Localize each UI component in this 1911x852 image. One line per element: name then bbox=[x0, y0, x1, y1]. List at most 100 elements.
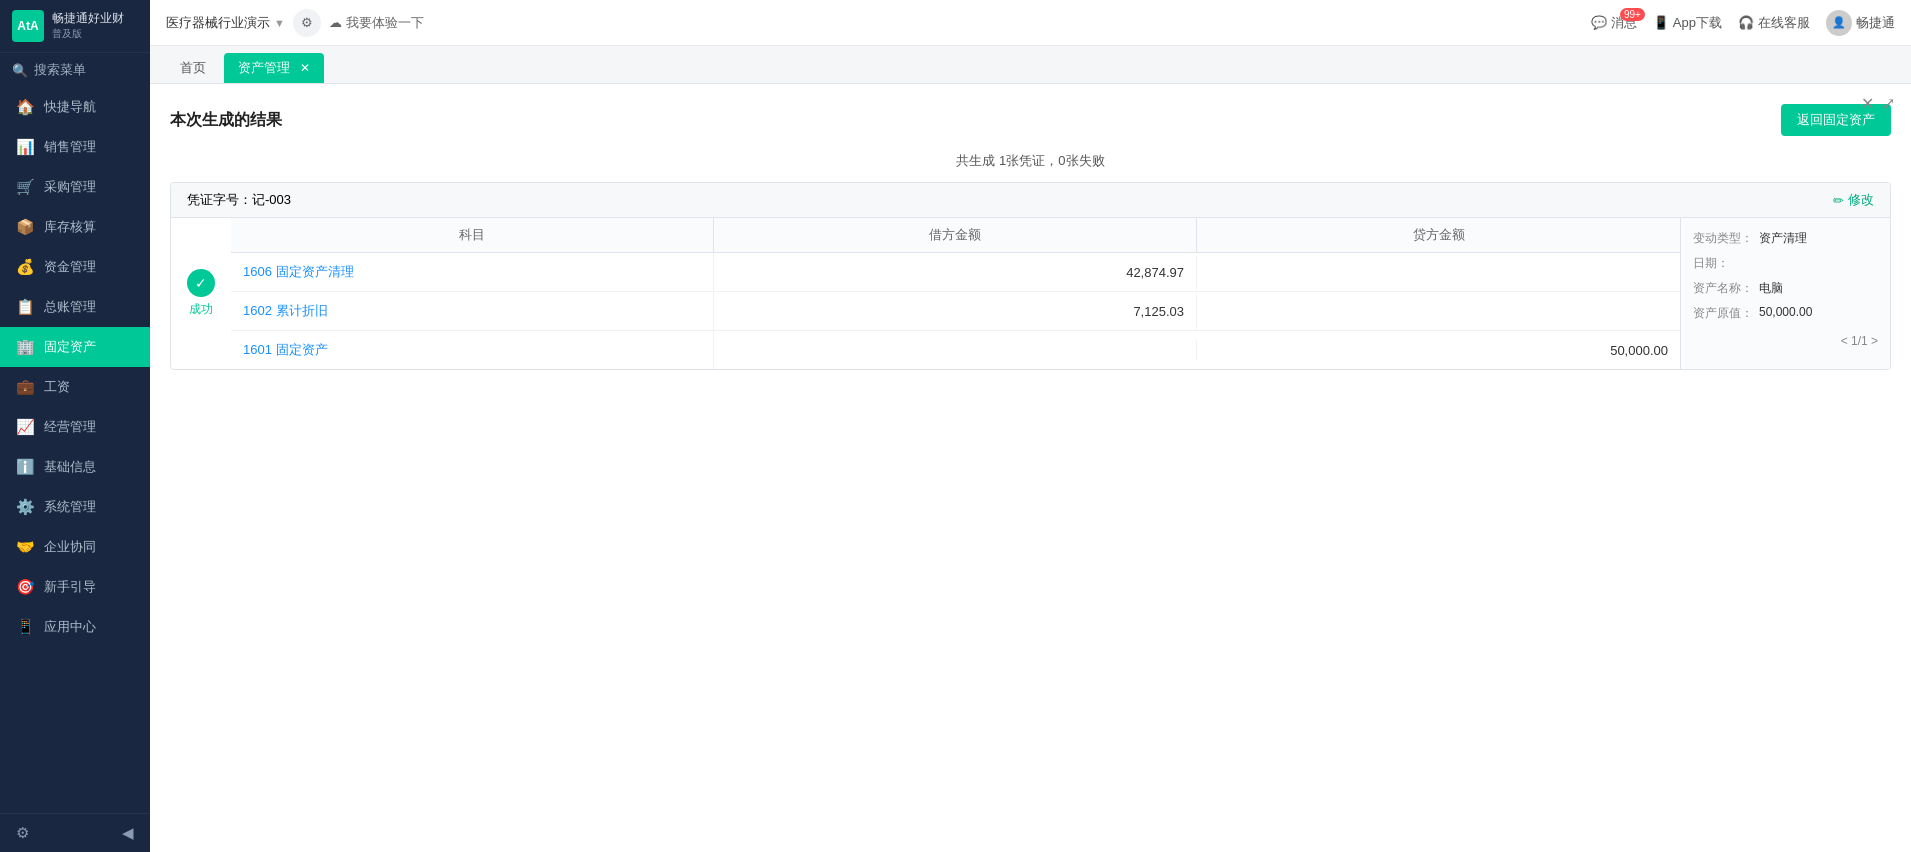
logo-text-block: 畅捷通好业财 普及版 bbox=[52, 11, 124, 41]
fixed-assets-icon: 🏢 bbox=[16, 338, 34, 356]
guide-icon: 🎯 bbox=[16, 578, 34, 596]
tab-home-label: 首页 bbox=[180, 60, 206, 75]
edit-icon: ✏ bbox=[1833, 193, 1844, 208]
subject-link-3[interactable]: 1601 固定资产 bbox=[243, 342, 328, 357]
result-summary: 共生成 1张凭证，0张失败 bbox=[170, 152, 1891, 170]
sales-icon: 📊 bbox=[16, 138, 34, 156]
sidebar-item-fixed-assets[interactable]: 🏢 固定资产 bbox=[0, 327, 150, 367]
asset-name-value: 电脑 bbox=[1759, 280, 1783, 297]
topbar-settings-button[interactable]: ⚙ bbox=[293, 9, 321, 37]
sidebar-item-purchase[interactable]: 🛒 采购管理 bbox=[0, 167, 150, 207]
trial-label: 我要体验一下 bbox=[346, 14, 424, 32]
nav-label: 快捷导航 bbox=[44, 98, 96, 116]
cell-debit-1: 42,874.97 bbox=[714, 255, 1197, 290]
change-type-value: 资产清理 bbox=[1759, 230, 1807, 247]
app-download-label: App下载 bbox=[1673, 14, 1722, 32]
content-area: ✕ ⤢ 本次生成的结果 返回固定资产 共生成 1张凭证，0张失败 凭证字号：记-… bbox=[150, 84, 1911, 852]
ledger-icon: 📋 bbox=[16, 298, 34, 316]
asset-name-label: 资产名称： bbox=[1693, 280, 1753, 297]
main-area: 医疗器械行业演示 ▼ ⚙ ☁ 我要体验一下 💬 消息 99+ 📱 App下载 bbox=[150, 0, 1911, 852]
payroll-icon: 💼 bbox=[16, 378, 34, 396]
cell-credit-3: 50,000.00 bbox=[1197, 333, 1680, 368]
app-center-icon: 📱 bbox=[16, 618, 34, 636]
sidebar-item-system[interactable]: ⚙️ 系统管理 bbox=[0, 487, 150, 527]
tab-close-icon[interactable]: ✕ bbox=[300, 61, 310, 75]
app-download-button[interactable]: 📱 App下载 bbox=[1653, 14, 1722, 32]
side-info-asset-name: 资产名称： 电脑 bbox=[1693, 280, 1878, 297]
voucher-body: ✓ 成功 科目 借方金额 贷方金额 1606 固定资产清理 bbox=[171, 218, 1890, 369]
change-type-label: 变动类型： bbox=[1693, 230, 1753, 247]
online-service-label: 在线客服 bbox=[1758, 14, 1810, 32]
table-header: 科目 借方金额 贷方金额 bbox=[231, 218, 1680, 253]
tab-asset-management[interactable]: 资产管理 ✕ bbox=[224, 53, 324, 83]
settings-footer-icon[interactable]: ⚙ bbox=[16, 824, 29, 842]
table-row: 1602 累计折旧 7,125.03 bbox=[231, 292, 1680, 331]
sidebar-item-quick-nav[interactable]: 🏠 快捷导航 bbox=[0, 87, 150, 127]
side-info-date: 日期： bbox=[1693, 255, 1878, 272]
panel-controls: ✕ ⤢ bbox=[1861, 94, 1895, 113]
voucher-edit-button[interactable]: ✏ 修改 bbox=[1833, 191, 1874, 209]
tabbar: 首页 资产管理 ✕ bbox=[150, 46, 1911, 84]
inventory-icon: 📦 bbox=[16, 218, 34, 236]
operations-icon: 📈 bbox=[16, 418, 34, 436]
tab-home[interactable]: 首页 bbox=[166, 53, 220, 83]
logo-abbr-text: AtA bbox=[17, 19, 38, 33]
nav-label: 库存核算 bbox=[44, 218, 96, 236]
sidebar-nav: 🏠 快捷导航 📊 销售管理 🛒 采购管理 📦 库存核算 💰 资金管理 📋 总账管… bbox=[0, 87, 150, 813]
user-avatar: 👤 bbox=[1826, 10, 1852, 36]
sidebar-item-payroll[interactable]: 💼 工资 bbox=[0, 367, 150, 407]
sidebar-item-guide[interactable]: 🎯 新手引导 bbox=[0, 567, 150, 607]
download-icon: 📱 bbox=[1653, 15, 1669, 30]
purchase-icon: 🛒 bbox=[16, 178, 34, 196]
nav-label: 应用中心 bbox=[44, 618, 96, 636]
success-text: 成功 bbox=[189, 301, 213, 318]
cell-subject-3: 1601 固定资产 bbox=[231, 331, 714, 369]
message-icon: 💬 bbox=[1591, 15, 1607, 30]
search-label: 搜索菜单 bbox=[34, 61, 86, 79]
system-icon: ⚙️ bbox=[16, 498, 34, 516]
success-badge: ✓ 成功 bbox=[171, 218, 231, 369]
sidebar-logo: AtA 畅捷通好业财 普及版 bbox=[0, 0, 150, 53]
voucher-number: 凭证字号：记-003 bbox=[187, 191, 291, 209]
sidebar-item-enterprise[interactable]: 🤝 企业协同 bbox=[0, 527, 150, 567]
messages-button[interactable]: 💬 消息 99+ bbox=[1591, 14, 1637, 32]
sidebar-search[interactable]: 🔍 搜索菜单 bbox=[0, 53, 150, 87]
sidebar-item-operations[interactable]: 📈 经营管理 bbox=[0, 407, 150, 447]
cell-credit-1 bbox=[1197, 262, 1680, 282]
sidebar-item-funds[interactable]: 💰 资金管理 bbox=[0, 247, 150, 287]
service-icon: 🎧 bbox=[1738, 15, 1754, 30]
collapse-sidebar-icon[interactable]: ◀ bbox=[122, 824, 134, 842]
sidebar-item-sales[interactable]: 📊 销售管理 bbox=[0, 127, 150, 167]
date-label: 日期： bbox=[1693, 255, 1729, 272]
topbar: 医疗器械行业演示 ▼ ⚙ ☁ 我要体验一下 💬 消息 99+ 📱 App下载 bbox=[150, 0, 1911, 46]
logo-subtitle: 普及版 bbox=[52, 27, 124, 41]
nav-label: 企业协同 bbox=[44, 538, 96, 556]
subject-link-2[interactable]: 1602 累计折旧 bbox=[243, 303, 328, 318]
close-panel-button[interactable]: ✕ bbox=[1861, 94, 1874, 113]
sidebar-item-ledger[interactable]: 📋 总账管理 bbox=[0, 287, 150, 327]
nav-label: 资金管理 bbox=[44, 258, 96, 276]
edit-label: 修改 bbox=[1848, 191, 1874, 209]
debit-value-1: 42,874.97 bbox=[1126, 265, 1184, 280]
topbar-left: 医疗器械行业演示 ▼ ⚙ ☁ 我要体验一下 bbox=[166, 9, 424, 37]
side-info-panel: 变动类型： 资产清理 日期： 资产名称： 电脑 资产原值： 50,000.00 bbox=[1680, 218, 1890, 369]
company-name[interactable]: 医疗器械行业演示 ▼ bbox=[166, 14, 285, 32]
sidebar-item-basic-info[interactable]: ℹ️ 基础信息 bbox=[0, 447, 150, 487]
side-info-pagination[interactable]: < 1/1 > bbox=[1693, 334, 1878, 348]
subject-link-1[interactable]: 1606 固定资产清理 bbox=[243, 264, 354, 279]
messages-badge: 99+ bbox=[1620, 8, 1645, 21]
user-profile[interactable]: 👤 畅捷通 bbox=[1826, 10, 1895, 36]
sidebar-item-app-center[interactable]: 📱 应用中心 bbox=[0, 607, 150, 647]
cell-credit-2 bbox=[1197, 301, 1680, 321]
table-row: 1606 固定资产清理 42,874.97 bbox=[231, 253, 1680, 292]
topbar-right: 💬 消息 99+ 📱 App下载 🎧 在线客服 👤 畅捷通 bbox=[1591, 10, 1895, 36]
voucher-block: 凭证字号：记-003 ✏ 修改 ✓ 成功 科目 借方金额 bbox=[170, 182, 1891, 370]
page-title-row: 本次生成的结果 返回固定资产 bbox=[170, 104, 1891, 136]
nav-label: 固定资产 bbox=[44, 338, 96, 356]
topbar-trial[interactable]: ☁ 我要体验一下 bbox=[329, 14, 424, 32]
online-service-button[interactable]: 🎧 在线客服 bbox=[1738, 14, 1810, 32]
sidebar-item-inventory[interactable]: 📦 库存核算 bbox=[0, 207, 150, 247]
side-info-change-type: 变动类型： 资产清理 bbox=[1693, 230, 1878, 247]
nav-label: 工资 bbox=[44, 378, 70, 396]
expand-panel-button[interactable]: ⤢ bbox=[1882, 94, 1895, 113]
